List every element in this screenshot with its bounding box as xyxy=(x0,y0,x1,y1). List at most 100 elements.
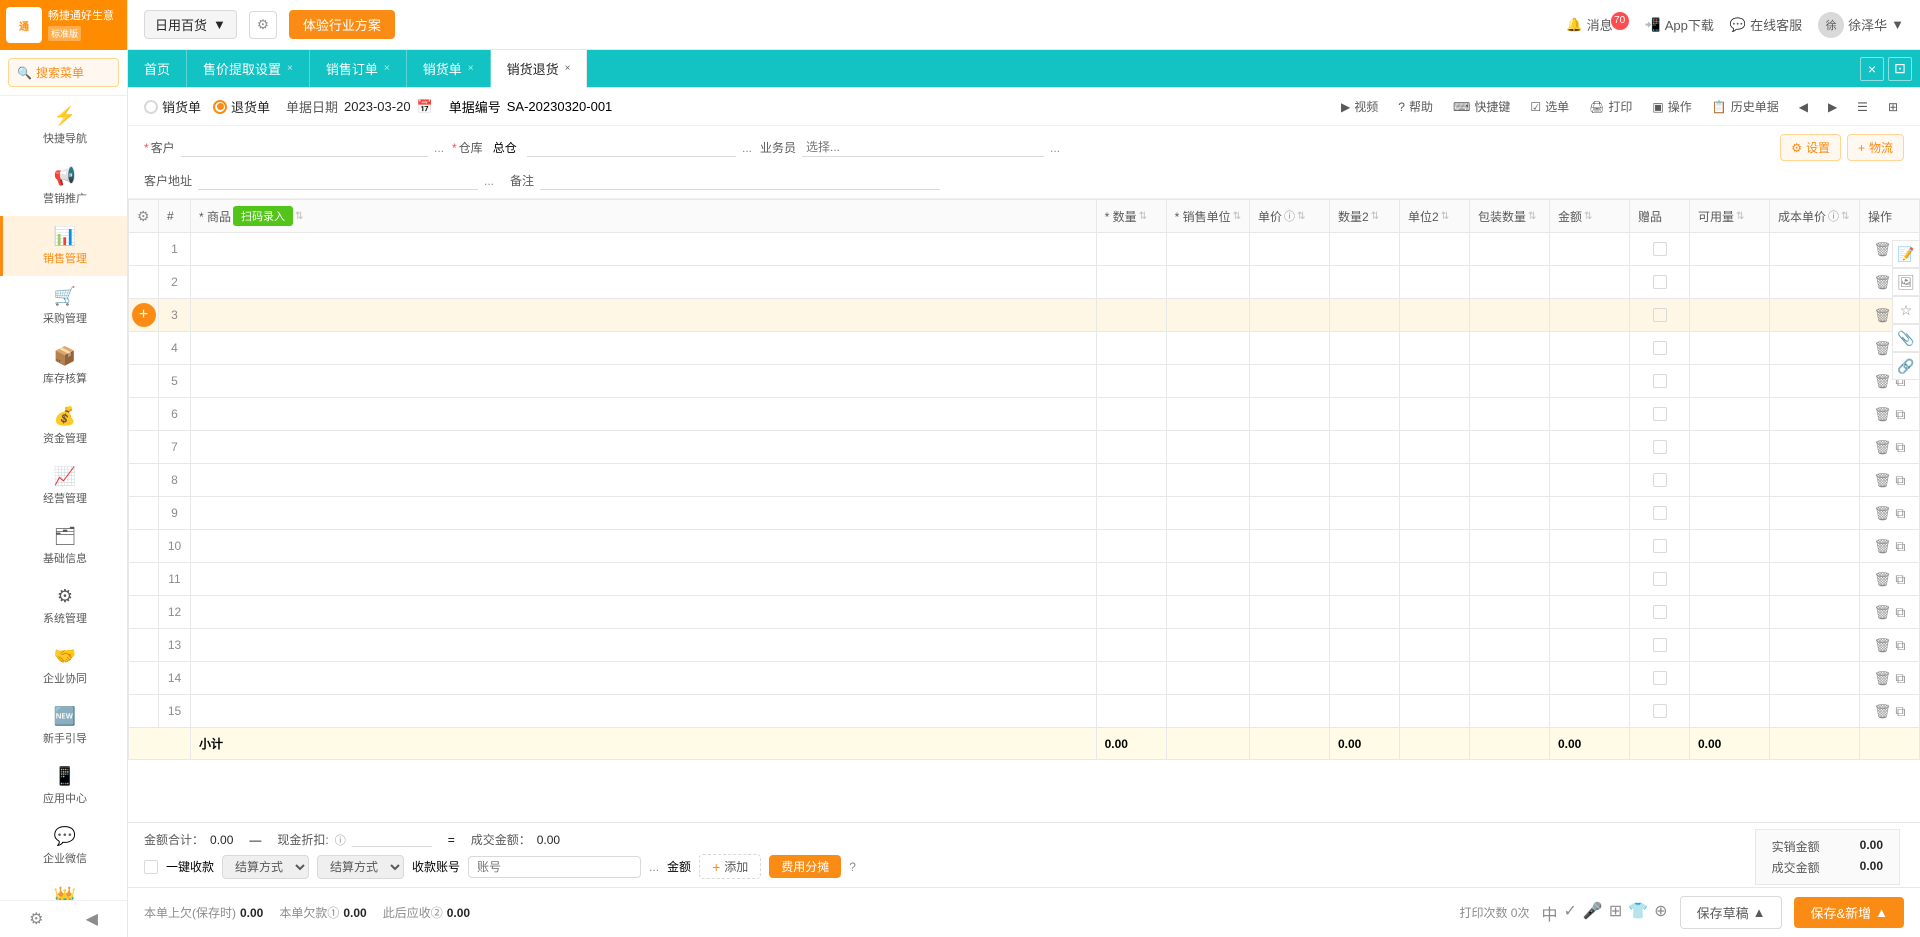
price-input[interactable] xyxy=(1250,662,1329,694)
product-input[interactable] xyxy=(191,365,1096,397)
calc-method-select[interactable]: 结算方式 xyxy=(317,855,404,879)
tool-icon-2[interactable]: ✓ xyxy=(1564,901,1577,925)
nav-next-button[interactable]: ▶ xyxy=(1822,98,1843,116)
user-menu-button[interactable]: 徐 徐泽华 ▼ xyxy=(1818,12,1904,38)
tab-price-settings[interactable]: 售价提取设置 × xyxy=(187,50,310,88)
operate-button[interactable]: ▣ 操作 xyxy=(1646,96,1697,117)
message-button[interactable]: 🔔 消息 70 xyxy=(1566,15,1628,34)
unit-input[interactable] xyxy=(1167,398,1249,430)
unit-input[interactable] xyxy=(1167,365,1249,397)
gift-checkbox[interactable] xyxy=(1653,539,1667,553)
unit2-input[interactable] xyxy=(1400,233,1469,265)
pkgqty-input[interactable] xyxy=(1470,431,1549,463)
delete-row-icon[interactable]: 🗑 xyxy=(1874,571,1892,588)
copy-row-icon[interactable]: ⧉ xyxy=(1895,439,1905,456)
print-button[interactable]: 🖨 打印 xyxy=(1583,96,1638,117)
sidebar-item-finance[interactable]: 💰 资金管理 xyxy=(0,396,127,456)
avail-input[interactable] xyxy=(1690,431,1769,463)
cost-input[interactable] xyxy=(1770,266,1859,298)
calendar-icon[interactable]: 📅 xyxy=(417,99,433,115)
pkgqty-input[interactable] xyxy=(1470,695,1549,727)
experience-button[interactable]: 体验行业方案 xyxy=(289,10,395,39)
quick-action-notes[interactable]: 📝 xyxy=(1892,240,1920,268)
unit2-input[interactable] xyxy=(1400,497,1469,529)
qty2-input[interactable] xyxy=(1330,365,1399,397)
pkgqty-input[interactable] xyxy=(1470,530,1549,562)
app-download-button[interactable]: 📲 App下载 xyxy=(1645,15,1714,34)
pkgqty-input[interactable] xyxy=(1470,596,1549,628)
qty2-input[interactable] xyxy=(1330,563,1399,595)
copy-row-icon[interactable]: ⧉ xyxy=(1895,538,1905,555)
price-input[interactable] xyxy=(1250,431,1329,463)
price-input[interactable] xyxy=(1250,266,1329,298)
unit2-input[interactable] xyxy=(1400,596,1469,628)
price-input[interactable] xyxy=(1250,497,1329,529)
copy-row-icon[interactable]: ⧉ xyxy=(1895,472,1905,489)
restore-tab-button[interactable]: ⊡ xyxy=(1888,57,1912,81)
quick-action-star[interactable]: ☆ xyxy=(1892,296,1920,324)
unit2-input[interactable] xyxy=(1400,431,1469,463)
copy-row-icon[interactable]: ⧉ xyxy=(1895,703,1905,720)
unit2-input[interactable] xyxy=(1400,629,1469,661)
qty2-input[interactable] xyxy=(1330,695,1399,727)
avail-input[interactable] xyxy=(1690,233,1769,265)
address-input[interactable] xyxy=(198,171,478,190)
delete-row-icon[interactable]: 🗑 xyxy=(1874,274,1892,291)
avail-input[interactable] xyxy=(1690,662,1769,694)
unit-input[interactable] xyxy=(1167,695,1249,727)
customer-dots-button[interactable]: ... xyxy=(434,141,444,155)
gift-checkbox[interactable] xyxy=(1653,605,1667,619)
save-draft-button[interactable]: 保存草稿 ▲ xyxy=(1680,896,1783,929)
price-input[interactable] xyxy=(1250,332,1329,364)
account-input[interactable] xyxy=(468,856,641,878)
pkgqty-input[interactable] xyxy=(1470,629,1549,661)
history-doc-button[interactable]: 📋 历史单据 xyxy=(1706,96,1785,117)
logistics-button[interactable]: + 物流 xyxy=(1847,134,1904,161)
product-input[interactable] xyxy=(191,530,1096,562)
avail-input[interactable] xyxy=(1690,596,1769,628)
price-input[interactable] xyxy=(1250,629,1329,661)
price-input[interactable] xyxy=(1250,530,1329,562)
cost-input[interactable] xyxy=(1770,596,1859,628)
amount-input[interactable] xyxy=(1550,596,1629,628)
cost-input[interactable] xyxy=(1770,629,1859,661)
gift-checkbox[interactable] xyxy=(1653,308,1667,322)
help-icon[interactable]: ? xyxy=(849,860,856,874)
product-input[interactable] xyxy=(191,233,1096,265)
quick-action-link[interactable]: 🔗 xyxy=(1892,352,1920,380)
unit-input[interactable] xyxy=(1167,431,1249,463)
table-settings-icon[interactable]: ⚙ xyxy=(137,208,150,224)
amount-input[interactable] xyxy=(1550,299,1629,331)
gift-checkbox[interactable] xyxy=(1653,638,1667,652)
pkgqty-input[interactable] xyxy=(1470,233,1549,265)
qty2-input[interactable] xyxy=(1330,299,1399,331)
cost-input[interactable] xyxy=(1770,233,1859,265)
product-input[interactable] xyxy=(191,497,1096,529)
sidebar-item-operations[interactable]: 📈 经营管理 xyxy=(0,456,127,516)
customer-input[interactable] xyxy=(181,138,428,157)
amount-input[interactable] xyxy=(1550,464,1629,496)
pkgqty-input[interactable] xyxy=(1470,563,1549,595)
tool-icon-5[interactable]: 👕 xyxy=(1628,901,1648,925)
address-dots-button[interactable]: ... xyxy=(484,174,494,188)
qty2-input[interactable] xyxy=(1330,332,1399,364)
unit2-input[interactable] xyxy=(1400,530,1469,562)
help-button[interactable]: ? 帮助 xyxy=(1392,96,1439,117)
unit2-input[interactable] xyxy=(1400,398,1469,430)
gift-checkbox[interactable] xyxy=(1653,242,1667,256)
product-input[interactable] xyxy=(191,629,1096,661)
avail-input[interactable] xyxy=(1690,563,1769,595)
tool-icon-6[interactable]: ⊕ xyxy=(1654,901,1667,925)
product-input[interactable] xyxy=(191,464,1096,496)
copy-row-icon[interactable]: ⧉ xyxy=(1895,637,1905,654)
amount-input[interactable] xyxy=(1550,266,1629,298)
delete-row-icon[interactable]: 🗑 xyxy=(1874,604,1892,621)
price-input[interactable] xyxy=(1250,695,1329,727)
avail-input[interactable] xyxy=(1690,695,1769,727)
product-input[interactable] xyxy=(191,332,1096,364)
cost-input[interactable] xyxy=(1770,530,1859,562)
radio-delivery[interactable]: 销货单 xyxy=(144,97,201,116)
avail-input[interactable] xyxy=(1690,332,1769,364)
header-settings-button[interactable]: ⚙ xyxy=(249,11,277,39)
close-icon[interactable]: × xyxy=(287,63,293,74)
